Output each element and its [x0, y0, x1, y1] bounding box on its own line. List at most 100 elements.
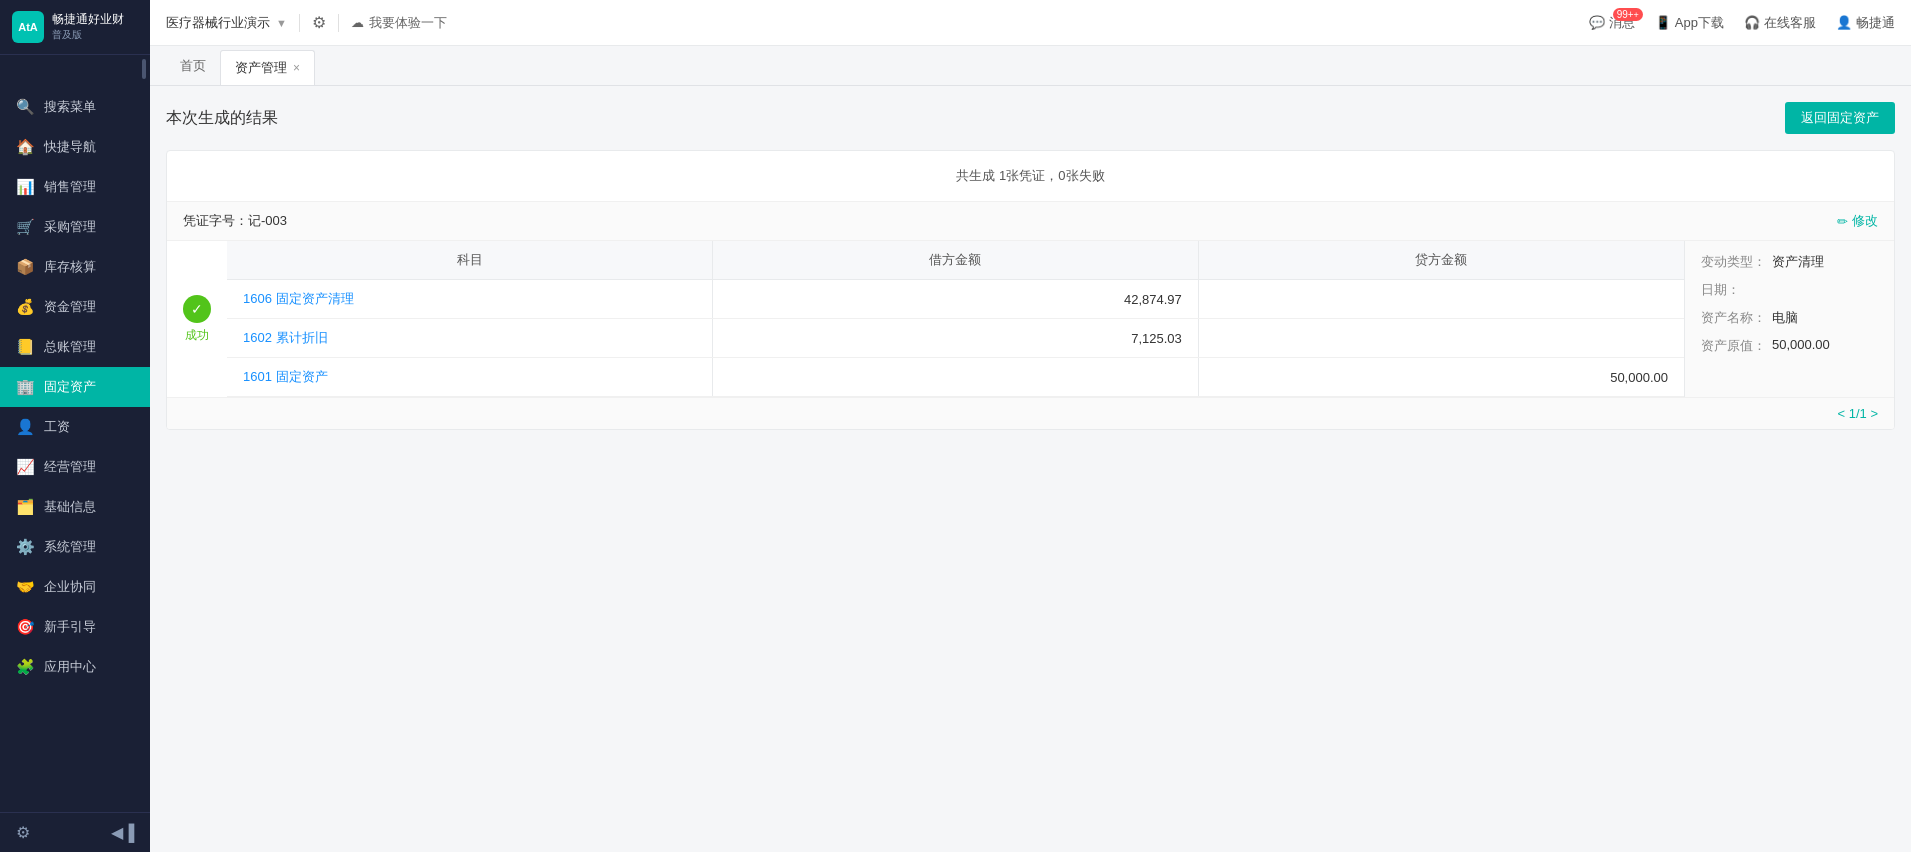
experience-label: 我要体验一下 — [369, 14, 447, 32]
cooperation-icon: 🤝 — [16, 578, 34, 596]
col-header-credit: 贷方金额 — [1198, 241, 1684, 280]
pagination-control[interactable]: < 1/1 > — [1838, 406, 1878, 421]
system-icon: ⚙️ — [16, 538, 34, 556]
sidebar-scrollbar[interactable] — [142, 59, 146, 79]
sidebar-item-label: 搜索菜单 — [44, 98, 96, 116]
edit-button[interactable]: ✏ 修改 — [1837, 212, 1878, 230]
sidebar-item-app-center[interactable]: 🧩 应用中心 — [0, 647, 150, 687]
messages-button[interactable]: 💬 消息 99++ — [1589, 14, 1635, 32]
company-name: 医疗器械行业演示 — [166, 14, 270, 32]
sidebar-item-label: 基础信息 — [44, 498, 96, 516]
row-credit — [1198, 280, 1684, 319]
tab-asset-management[interactable]: 资产管理 × — [220, 50, 315, 85]
page-header: 本次生成的结果 返回固定资产 — [166, 102, 1895, 134]
row-credit: 50,000.00 — [1198, 358, 1684, 397]
main-area: 医疗器械行业演示 ▼ ⚙ ☁ 我要体验一下 💬 消息 99++ 📱 App下载 … — [150, 0, 1911, 852]
topbar-divider — [299, 14, 300, 32]
sidebar-item-base-info[interactable]: 🗂️ 基础信息 — [0, 487, 150, 527]
home-icon: 🏠 — [16, 138, 34, 156]
success-label: 成功 — [185, 327, 209, 344]
return-button[interactable]: 返回固定资产 — [1785, 102, 1895, 134]
voucher-main: ✓ 成功 科目 借方金额 贷方金额 — [167, 241, 1684, 397]
sidebar-item-sales[interactable]: 📊 销售管理 — [0, 167, 150, 207]
ledger-icon: 📒 — [16, 338, 34, 356]
message-icon: 💬 — [1589, 15, 1605, 30]
logo-icon: AtA — [12, 11, 44, 43]
sidebar-item-label: 快捷导航 — [44, 138, 96, 156]
funds-icon: 💰 — [16, 298, 34, 316]
sidebar-item-label: 工资 — [44, 418, 70, 436]
row-subject: 1606 固定资产清理 — [227, 280, 713, 319]
sidebar-item-cooperation[interactable]: 🤝 企业协同 — [0, 567, 150, 607]
operations-icon: 📈 — [16, 458, 34, 476]
tab-close-icon[interactable]: × — [293, 61, 300, 75]
sidebar-item-inventory[interactable]: 📦 库存核算 — [0, 247, 150, 287]
service-icon: 🎧 — [1744, 15, 1760, 30]
collapse-icon[interactable]: ◀▐ — [111, 823, 134, 842]
logo-edition: 普及版 — [52, 28, 124, 42]
sidebar-item-operations[interactable]: 📈 经营管理 — [0, 447, 150, 487]
side-panel: 变动类型： 资产清理 日期： 资产名称： 电脑 资产原值： — [1684, 241, 1894, 397]
inventory-icon: 📦 — [16, 258, 34, 276]
sidebar-item-funds[interactable]: 💰 资金管理 — [0, 287, 150, 327]
sidebar-item-label: 企业协同 — [44, 578, 96, 596]
table-row: 1602 累计折旧 7,125.03 — [227, 319, 1684, 358]
sidebar-item-system[interactable]: ⚙️ 系统管理 — [0, 527, 150, 567]
sales-icon: 📊 — [16, 178, 34, 196]
edit-icon: ✏ — [1837, 214, 1848, 229]
settings-icon[interactable]: ⚙ — [16, 823, 30, 842]
sidebar-item-search[interactable]: 🔍 搜索菜单 — [0, 87, 150, 127]
sidebar-item-label: 库存核算 — [44, 258, 96, 276]
row-subject: 1602 累计折旧 — [227, 319, 713, 358]
sidebar-item-purchase[interactable]: 🛒 采购管理 — [0, 207, 150, 247]
status-cell: ✓ 成功 — [167, 241, 227, 397]
topbar-divider2 — [338, 14, 339, 32]
row-debit — [713, 358, 1199, 397]
guide-icon: 🎯 — [16, 618, 34, 636]
sidebar-item-ledger[interactable]: 📒 总账管理 — [0, 327, 150, 367]
page-title: 本次生成的结果 — [166, 108, 278, 129]
col-header-debit: 借方金额 — [713, 241, 1199, 280]
side-original-value: 资产原值： 50,000.00 — [1701, 337, 1878, 355]
company-selector[interactable]: 医疗器械行业演示 ▼ — [166, 14, 287, 32]
base-info-icon: 🗂️ — [16, 498, 34, 516]
voucher-number: 凭证字号：记-003 — [183, 212, 287, 230]
sidebar: AtA 畅捷通好业财 普及版 🔍 搜索菜单 🏠 快捷导航 📊 销售管理 🛒 采购… — [0, 0, 150, 852]
download-icon: 📱 — [1655, 15, 1671, 30]
row-debit: 42,874.97 — [713, 280, 1199, 319]
tabbar: 首页 资产管理 × — [150, 46, 1911, 86]
result-summary: 共生成 1张凭证，0张失败 — [167, 151, 1894, 202]
voucher-pagination: < 1/1 > — [167, 397, 1894, 429]
service-button[interactable]: 🎧 在线客服 — [1744, 14, 1816, 32]
change-type-label: 变动类型： — [1701, 253, 1766, 271]
sidebar-item-guide[interactable]: 🎯 新手引导 — [0, 607, 150, 647]
tab-home[interactable]: 首页 — [166, 49, 220, 85]
voucher-body: ✓ 成功 科目 借方金额 贷方金额 — [167, 241, 1894, 397]
sidebar-item-label: 经营管理 — [44, 458, 96, 476]
app-download-button[interactable]: 📱 App下载 — [1655, 14, 1724, 32]
logo-text: 畅捷通好业财 — [52, 12, 124, 28]
purchase-icon: 🛒 — [16, 218, 34, 236]
gear-icon[interactable]: ⚙ — [312, 13, 326, 32]
sidebar-item-payroll[interactable]: 👤 工资 — [0, 407, 150, 447]
sidebar-item-quicknav[interactable]: 🏠 快捷导航 — [0, 127, 150, 167]
topbar-right: 💬 消息 99++ 📱 App下载 🎧 在线客服 👤 畅捷通 — [1589, 14, 1895, 32]
tab-asset-label: 资产管理 — [235, 59, 287, 77]
experience-button[interactable]: ☁ 我要体验一下 — [351, 14, 447, 32]
experience-icon: ☁ — [351, 15, 364, 30]
sidebar-item-fixed-assets[interactable]: 🏢 固定资产 — [0, 367, 150, 407]
sidebar-item-label: 应用中心 — [44, 658, 96, 676]
user-button[interactable]: 👤 畅捷通 — [1836, 14, 1895, 32]
user-label: 畅捷通 — [1856, 14, 1895, 32]
side-change-type: 变动类型： 资产清理 — [1701, 253, 1878, 271]
sidebar-item-label: 资金管理 — [44, 298, 96, 316]
sidebar-item-label: 新手引导 — [44, 618, 96, 636]
edit-label: 修改 — [1852, 212, 1878, 230]
tab-home-label: 首页 — [180, 58, 206, 73]
service-label: 在线客服 — [1764, 14, 1816, 32]
sidebar-item-label: 总账管理 — [44, 338, 96, 356]
date-label: 日期： — [1701, 281, 1740, 299]
table-row: 1606 固定资产清理 42,874.97 — [227, 280, 1684, 319]
original-value-value: 50,000.00 — [1772, 337, 1830, 355]
asset-name-label: 资产名称： — [1701, 309, 1766, 327]
